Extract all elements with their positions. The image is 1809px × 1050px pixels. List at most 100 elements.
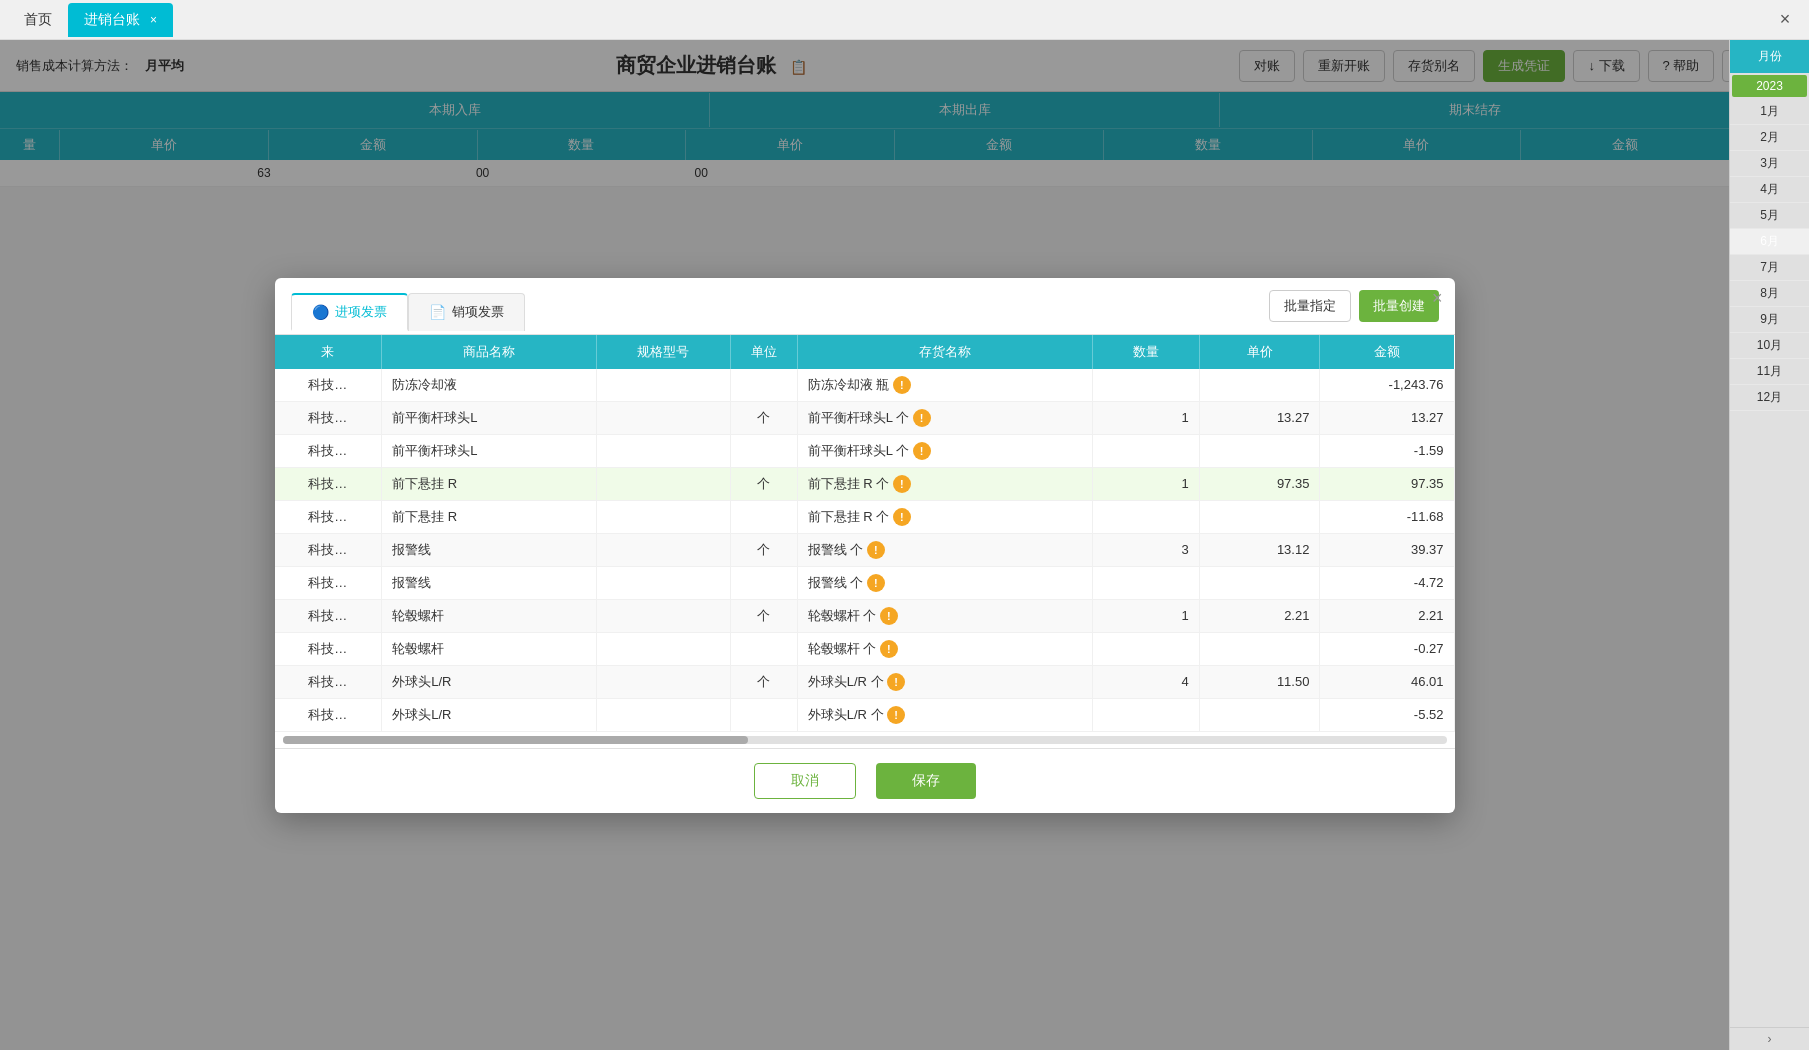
warning-icon[interactable]: !: [913, 442, 931, 460]
warning-icon[interactable]: !: [867, 541, 885, 559]
col-header-product: 商品名称: [382, 335, 596, 369]
modal-close-button[interactable]: ×: [1432, 288, 1443, 309]
right-panel: 月份 2023 1月 2月 3月 4月 5月 6月 7月 8月 9月 10月 1…: [1729, 40, 1809, 1050]
cell-amount: -0.27: [1320, 632, 1454, 665]
input-invoice-icon: 🔵: [312, 304, 329, 320]
cell-inventory: 外球头L/R 个 !: [797, 665, 1092, 698]
warning-icon[interactable]: !: [913, 409, 931, 427]
tab-output-invoice[interactable]: 📄 销项发票: [408, 293, 525, 331]
table-row: 科技… 防冻冷却液 防冻冷却液 瓶 ! -1,243.76: [275, 369, 1455, 402]
cell-price: [1199, 632, 1320, 665]
cell-qty: [1092, 566, 1199, 599]
month-12[interactable]: 12月: [1730, 385, 1809, 411]
warning-icon[interactable]: !: [887, 673, 905, 691]
cell-price: [1199, 369, 1320, 402]
cell-amount: 2.21: [1320, 599, 1454, 632]
table-row: 科技… 轮毂螺杆 轮毂螺杆 个 ! -0.27: [275, 632, 1455, 665]
cell-price: [1199, 698, 1320, 731]
cell-unit: [730, 500, 797, 533]
tab-input-invoice[interactable]: 🔵 进项发票: [291, 293, 408, 331]
cell-price: 13.12: [1199, 533, 1320, 566]
scrollbar-track: [283, 736, 1447, 744]
modal-table: 来 商品名称 规格型号 单位 存货名称 数量 单价 金额 科技… 防冻冷却液: [275, 335, 1455, 732]
cell-amount: -1.59: [1320, 434, 1454, 467]
tab-home[interactable]: 首页: [8, 3, 68, 37]
cell-unit: 个: [730, 533, 797, 566]
cell-amount: 13.27: [1320, 401, 1454, 434]
month-11[interactable]: 11月: [1730, 359, 1809, 385]
cell-company: 科技…: [275, 632, 382, 665]
warning-icon[interactable]: !: [887, 706, 905, 724]
month-9[interactable]: 9月: [1730, 307, 1809, 333]
horizontal-scrollbar[interactable]: [275, 732, 1455, 748]
cell-amount: -5.52: [1320, 698, 1454, 731]
tab-close-icon[interactable]: ×: [150, 13, 157, 27]
warning-icon[interactable]: !: [867, 574, 885, 592]
table-row: 科技… 外球头L/R 个 外球头L/R 个 ! 4 11.50 46.01: [275, 665, 1455, 698]
table-row: 科技… 报警线 个 报警线 个 ! 3 13.12 39.37: [275, 533, 1455, 566]
tab-ledger[interactable]: 进销台账 ×: [68, 3, 173, 37]
table-row: 科技… 外球头L/R 外球头L/R 个 ! -5.52: [275, 698, 1455, 731]
cell-product: 防冻冷却液: [382, 369, 596, 402]
cell-qty: 3: [1092, 533, 1199, 566]
modal-header-buttons: 批量指定 批量创建: [1269, 290, 1439, 334]
batch-assign-button[interactable]: 批量指定: [1269, 290, 1351, 322]
cell-product: 轮毂螺杆: [382, 632, 596, 665]
cell-company: 科技…: [275, 401, 382, 434]
month-3[interactable]: 3月: [1730, 151, 1809, 177]
warning-icon[interactable]: !: [893, 376, 911, 394]
month-4[interactable]: 4月: [1730, 177, 1809, 203]
cell-amount: 46.01: [1320, 665, 1454, 698]
cell-qty: [1092, 698, 1199, 731]
cell-spec: [596, 500, 730, 533]
cell-qty: [1092, 632, 1199, 665]
col-header-inventory: 存货名称: [797, 335, 1092, 369]
warning-icon[interactable]: !: [893, 475, 911, 493]
warning-icon[interactable]: !: [880, 607, 898, 625]
cell-unit: [730, 632, 797, 665]
table-row: 科技… 前平衡杆球头L 个 前平衡杆球头L 个 ! 1 13.27 13.27: [275, 401, 1455, 434]
cell-product: 外球头L/R: [382, 698, 596, 731]
month-8[interactable]: 8月: [1730, 281, 1809, 307]
month-7[interactable]: 7月: [1730, 255, 1809, 281]
cell-product: 报警线: [382, 566, 596, 599]
col-header-qty: 数量: [1092, 335, 1199, 369]
cell-inventory: 前平衡杆球头L 个 !: [797, 401, 1092, 434]
warning-icon[interactable]: !: [893, 508, 911, 526]
modal-overlay: 🔵 进项发票 📄 销项发票 批量指定 批量创建 ×: [0, 40, 1729, 1050]
cell-price: 97.35: [1199, 467, 1320, 500]
cell-amount: 39.37: [1320, 533, 1454, 566]
cell-amount: -1,243.76: [1320, 369, 1454, 402]
modal-header: 🔵 进项发票 📄 销项发票 批量指定 批量创建 ×: [275, 278, 1455, 335]
cell-unit: 个: [730, 401, 797, 434]
cell-spec: [596, 401, 730, 434]
cell-product: 外球头L/R: [382, 665, 596, 698]
month-6[interactable]: 6月: [1730, 229, 1809, 255]
output-invoice-icon: 📄: [429, 304, 446, 320]
month-10[interactable]: 10月: [1730, 333, 1809, 359]
cell-unit: [730, 434, 797, 467]
month-2[interactable]: 2月: [1730, 125, 1809, 151]
cell-qty: 1: [1092, 401, 1199, 434]
col-header-company: 来: [275, 335, 382, 369]
cell-product: 前平衡杆球头L: [382, 401, 596, 434]
warning-icon[interactable]: !: [880, 640, 898, 658]
batch-create-button[interactable]: 批量创建: [1359, 290, 1439, 322]
cell-spec: [596, 665, 730, 698]
cell-spec: [596, 434, 730, 467]
cell-qty: 1: [1092, 599, 1199, 632]
cell-company: 科技…: [275, 434, 382, 467]
scrollbar-thumb: [283, 736, 749, 744]
save-button[interactable]: 保存: [876, 763, 976, 799]
cancel-button[interactable]: 取消: [754, 763, 856, 799]
month-5[interactable]: 5月: [1730, 203, 1809, 229]
month-1[interactable]: 1月: [1730, 99, 1809, 125]
window-close-button[interactable]: ×: [1769, 4, 1801, 36]
side-collapse-button[interactable]: ›: [1730, 1027, 1809, 1050]
cell-price: [1199, 566, 1320, 599]
table-row: 科技… 报警线 报警线 个 ! -4.72: [275, 566, 1455, 599]
cell-product: 前下悬挂 R: [382, 467, 596, 500]
table-row: 科技… 前下悬挂 R 个 前下悬挂 R 个 ! 1 97.35 97.35: [275, 467, 1455, 500]
col-header-unit: 单位: [730, 335, 797, 369]
cell-price: [1199, 434, 1320, 467]
